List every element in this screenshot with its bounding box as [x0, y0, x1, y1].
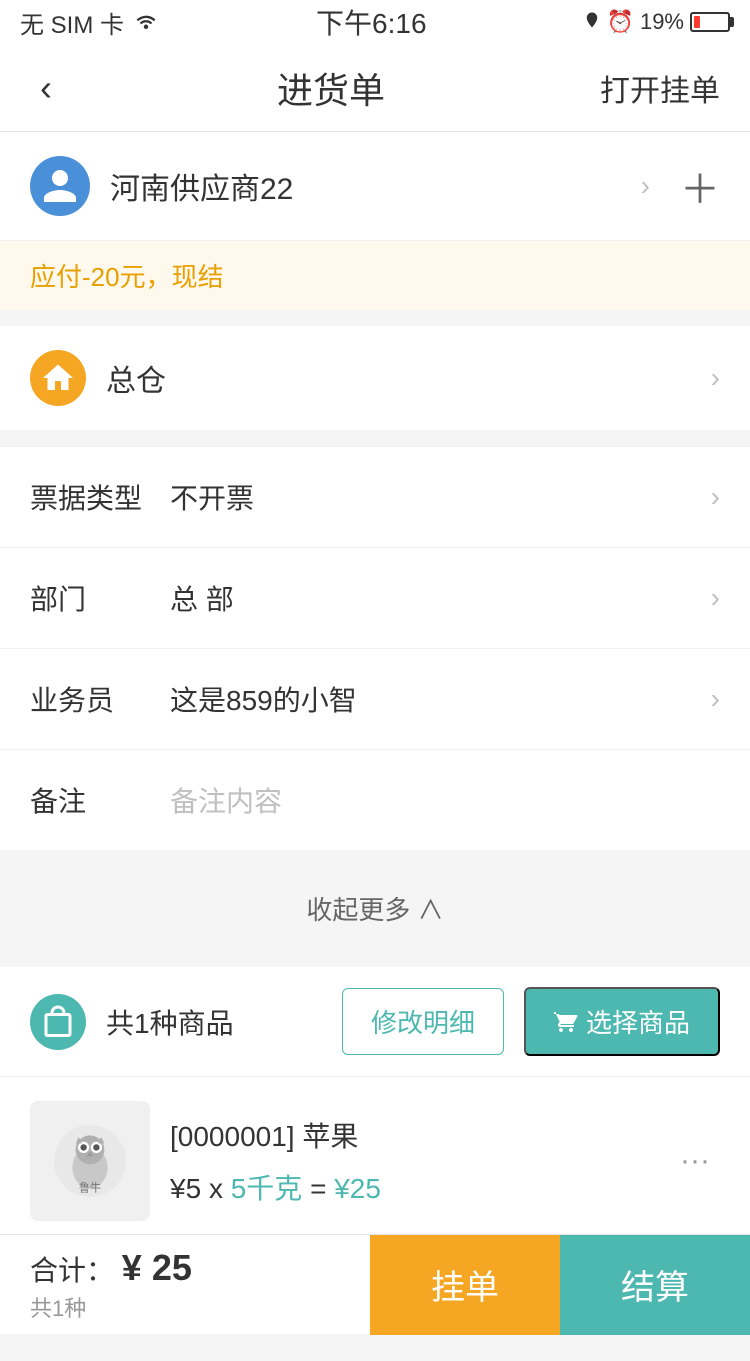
status-bar-left: 无 SIM 卡	[20, 5, 160, 40]
warehouse-section: 总仓 ›	[0, 326, 750, 430]
warehouse-row[interactable]: 总仓 ›	[0, 326, 750, 430]
product-price: ¥5 x 5千克 = ¥25	[170, 1167, 650, 1207]
products-header: 共1种商品 修改明细 选择商品	[0, 967, 750, 1077]
salesperson-chevron-icon: ›	[711, 683, 720, 715]
alarm-icon: ⏰	[607, 9, 634, 35]
product-thumbnail: 鲁牛	[30, 1101, 150, 1221]
invoice-row[interactable]: 票据类型 不开票 ›	[0, 446, 750, 547]
price-value: ¥5	[170, 1173, 201, 1204]
supplier-section: 河南供应商22 › ＋ 应付-20元，现结	[0, 132, 750, 310]
product-name: [0000001] 苹果	[170, 1115, 650, 1155]
supplier-chevron-icon: ›	[641, 170, 650, 202]
total-label: 合计：	[30, 1255, 114, 1286]
wifi-icon	[132, 8, 160, 36]
product-item: 鲁牛 [0000001] 苹果 ¥5 x 5千克 = ¥25 ···	[0, 1077, 750, 1245]
total-count: 共1种	[30, 1291, 340, 1323]
nav-bar: ‹ 进货单 打开挂单	[0, 44, 750, 132]
equals-sign: =	[310, 1173, 334, 1204]
supplier-name: 河南供应商22	[110, 164, 641, 208]
products-count: 共1种商品	[106, 1002, 322, 1042]
salesperson-row[interactable]: 业务员 这是859的小智 ›	[0, 648, 750, 749]
person-icon	[40, 166, 80, 206]
battery-text: 19%	[640, 9, 684, 35]
warehouse-name: 总仓	[106, 356, 711, 400]
department-row[interactable]: 部门 总 部 ›	[0, 547, 750, 648]
collapse-button[interactable]: 收起更多 ∧	[0, 866, 750, 951]
page-title: 进货单	[277, 62, 385, 114]
warehouse-icon	[30, 350, 86, 406]
shopping-bag-icon	[40, 1004, 76, 1040]
invoice-value: 不开票	[160, 477, 711, 517]
invoice-label: 票据类型	[30, 477, 160, 517]
edit-detail-button[interactable]: 修改明细	[342, 988, 504, 1055]
total-amount: ¥ 25	[122, 1247, 192, 1288]
bottom-bar: 合计： ¥ 25 共1种 挂单 结算	[0, 1234, 750, 1334]
location-icon	[583, 9, 601, 35]
product-info: [0000001] 苹果 ¥5 x 5千克 = ¥25	[170, 1115, 650, 1207]
notice-bar: 应付-20元，现结	[0, 241, 750, 310]
products-section: 共1种商品 修改明细 选择商品	[0, 967, 750, 1245]
department-chevron-icon: ›	[711, 582, 720, 614]
salesperson-label: 业务员	[30, 679, 160, 719]
carrier-text: 无 SIM 卡	[20, 5, 124, 40]
product-menu-button[interactable]: ···	[670, 1134, 720, 1188]
department-label: 部门	[30, 578, 160, 618]
back-button[interactable]: ‹	[30, 57, 62, 119]
select-product-button[interactable]: 选择商品	[524, 987, 720, 1056]
checkout-label: 结算	[621, 1260, 689, 1309]
owl-logo: 鲁牛	[50, 1121, 130, 1201]
add-supplier-button[interactable]: ＋	[680, 157, 720, 215]
remark-row[interactable]: 备注 备注内容	[0, 749, 750, 850]
svg-text:鲁牛: 鲁牛	[79, 1180, 101, 1194]
checkout-button[interactable]: 结算	[560, 1235, 750, 1335]
cart-icon	[554, 1010, 578, 1034]
supplier-row[interactable]: 河南供应商22 › ＋	[0, 132, 750, 241]
hang-label: 挂单	[431, 1260, 499, 1309]
select-product-label: 选择商品	[586, 1003, 690, 1040]
home-icon	[40, 360, 76, 396]
price-separator: x	[209, 1173, 231, 1204]
warehouse-chevron-icon: ›	[711, 362, 720, 394]
status-bar-right: ⏰ 19%	[583, 9, 730, 35]
battery-icon	[690, 12, 730, 32]
quantity-value: 5千克	[231, 1173, 303, 1204]
total-value: ¥25	[334, 1173, 381, 1204]
status-bar-time: 下午6:16	[316, 2, 427, 42]
form-section: 票据类型 不开票 › 部门 总 部 › 业务员 这是859的小智 › 备注 备注…	[0, 446, 750, 850]
battery-fill	[694, 16, 700, 28]
content: 河南供应商22 › ＋ 应付-20元，现结 总仓 › 票据类型 不开票 › 部门…	[0, 132, 750, 1361]
hang-button[interactable]: 挂单	[370, 1235, 560, 1335]
department-value: 总 部	[160, 578, 711, 618]
collapse-label: 收起更多 ∧	[306, 890, 443, 927]
status-bar: 无 SIM 卡 下午6:16 ⏰ 19%	[0, 0, 750, 44]
products-icon	[30, 994, 86, 1050]
invoice-chevron-icon: ›	[711, 481, 720, 513]
remark-input[interactable]: 备注内容	[160, 780, 720, 820]
supplier-avatar	[30, 156, 90, 216]
remark-label: 备注	[30, 780, 160, 820]
open-hang-button[interactable]: 打开挂单	[600, 66, 720, 110]
total-section: 合计： ¥ 25 共1种	[0, 1247, 370, 1323]
salesperson-value: 这是859的小智	[160, 679, 711, 719]
